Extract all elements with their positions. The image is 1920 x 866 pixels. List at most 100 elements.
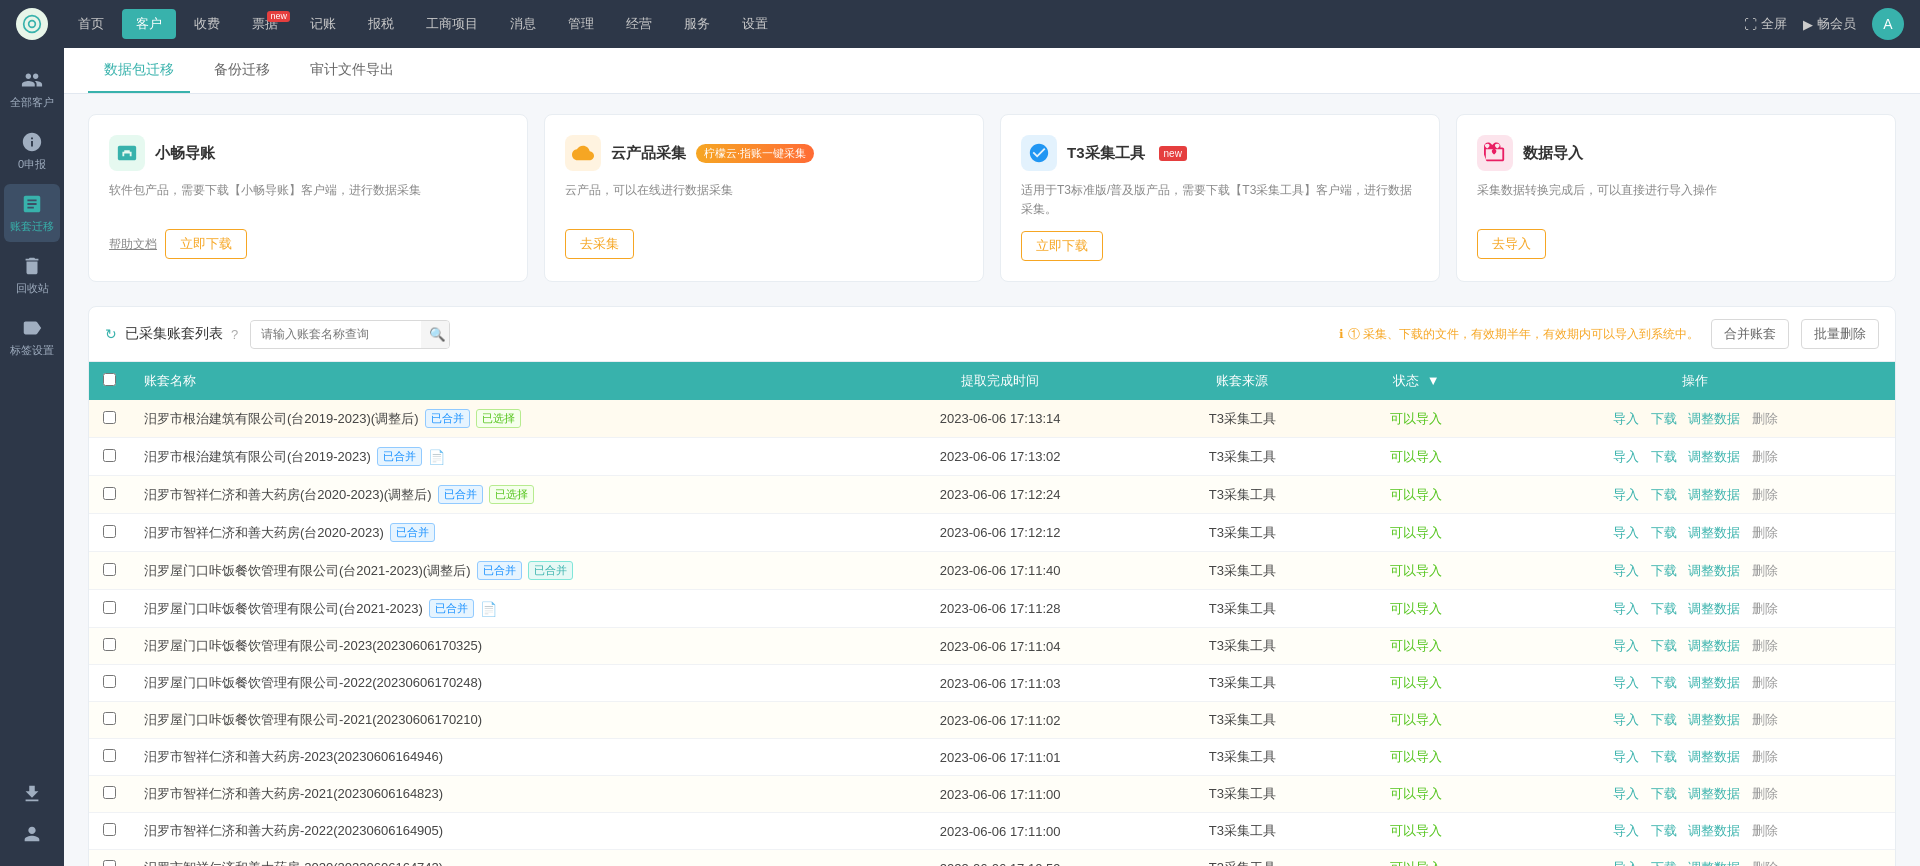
row-checkbox-2[interactable] bbox=[103, 449, 116, 462]
sidebar-item-tag-settings[interactable]: 标签设置 bbox=[4, 308, 60, 366]
action-import-3[interactable]: 导入 bbox=[1609, 487, 1643, 502]
user-avatar[interactable]: A bbox=[1872, 8, 1904, 40]
action-import-5[interactable]: 导入 bbox=[1609, 563, 1643, 578]
action-adjust-11[interactable]: 调整数据 bbox=[1684, 786, 1744, 801]
action-import-8[interactable]: 导入 bbox=[1609, 675, 1643, 690]
action-import-1[interactable]: 导入 bbox=[1609, 411, 1643, 426]
action-delete-11[interactable]: 删除 bbox=[1748, 786, 1782, 801]
action-delete-3[interactable]: 删除 bbox=[1748, 487, 1782, 502]
action-download-5[interactable]: 下载 bbox=[1647, 563, 1681, 578]
row-checkbox-9[interactable] bbox=[103, 712, 116, 725]
nav-business[interactable]: 工商项目 bbox=[412, 9, 492, 39]
action-delete-13[interactable]: 删除 bbox=[1748, 860, 1782, 866]
action-download-11[interactable]: 下载 bbox=[1647, 786, 1681, 801]
sidebar-item-all-clients[interactable]: 全部客户 bbox=[4, 60, 60, 118]
action-adjust-8[interactable]: 调整数据 bbox=[1684, 675, 1744, 690]
action-adjust-9[interactable]: 调整数据 bbox=[1684, 712, 1744, 727]
nav-management[interactable]: 管理 bbox=[554, 9, 608, 39]
row-checkbox-11[interactable] bbox=[103, 786, 116, 799]
action-delete-1[interactable]: 删除 bbox=[1748, 411, 1782, 426]
row-checkbox-13[interactable] bbox=[103, 860, 116, 866]
search-input[interactable] bbox=[251, 322, 421, 346]
row-checkbox-8[interactable] bbox=[103, 675, 116, 688]
action-delete-8[interactable]: 删除 bbox=[1748, 675, 1782, 690]
data-import-btn[interactable]: 去导入 bbox=[1477, 229, 1546, 259]
action-delete-9[interactable]: 删除 bbox=[1748, 712, 1782, 727]
nav-settings[interactable]: 设置 bbox=[728, 9, 782, 39]
action-import-4[interactable]: 导入 bbox=[1609, 525, 1643, 540]
action-delete-10[interactable]: 删除 bbox=[1748, 749, 1782, 764]
action-adjust-13[interactable]: 调整数据 bbox=[1684, 860, 1744, 866]
xiaochange-help-link[interactable]: 帮助文档 bbox=[109, 236, 157, 253]
search-button[interactable]: 🔍 bbox=[421, 321, 450, 348]
action-adjust-3[interactable]: 调整数据 bbox=[1684, 487, 1744, 502]
row-checkbox-5[interactable] bbox=[103, 563, 116, 576]
nav-client[interactable]: 客户 bbox=[122, 9, 176, 39]
select-all-checkbox[interactable] bbox=[103, 373, 116, 386]
row-checkbox-4[interactable] bbox=[103, 525, 116, 538]
sidebar-item-user[interactable] bbox=[4, 814, 60, 854]
action-import-11[interactable]: 导入 bbox=[1609, 786, 1643, 801]
row-checkbox-3[interactable] bbox=[103, 487, 116, 500]
action-import-12[interactable]: 导入 bbox=[1609, 823, 1643, 838]
membership-button[interactable]: ▶ 畅会员 bbox=[1803, 15, 1856, 33]
xiaochange-download-btn[interactable]: 立即下载 bbox=[165, 229, 247, 259]
action-adjust-1[interactable]: 调整数据 bbox=[1684, 411, 1744, 426]
row-checkbox-1[interactable] bbox=[103, 411, 116, 424]
action-adjust-5[interactable]: 调整数据 bbox=[1684, 563, 1744, 578]
nav-service[interactable]: 服务 bbox=[670, 9, 724, 39]
t3-download-btn[interactable]: 立即下载 bbox=[1021, 231, 1103, 261]
action-import-6[interactable]: 导入 bbox=[1609, 601, 1643, 616]
fullscreen-button[interactable]: ⛶ 全屏 bbox=[1744, 15, 1787, 33]
action-delete-7[interactable]: 删除 bbox=[1748, 638, 1782, 653]
action-import-2[interactable]: 导入 bbox=[1609, 449, 1643, 464]
action-delete-5[interactable]: 删除 bbox=[1748, 563, 1782, 578]
action-delete-2[interactable]: 删除 bbox=[1748, 449, 1782, 464]
app-logo[interactable] bbox=[16, 8, 48, 40]
row-checkbox-7[interactable] bbox=[103, 638, 116, 651]
file-icon-6[interactable]: 📄 bbox=[480, 601, 497, 617]
action-import-7[interactable]: 导入 bbox=[1609, 638, 1643, 653]
nav-tax[interactable]: 报税 bbox=[354, 9, 408, 39]
help-icon[interactable]: ? bbox=[231, 327, 238, 342]
action-adjust-6[interactable]: 调整数据 bbox=[1684, 601, 1744, 616]
sidebar-item-recycle[interactable]: 回收站 bbox=[4, 246, 60, 304]
action-download-1[interactable]: 下载 bbox=[1647, 411, 1681, 426]
row-checkbox-10[interactable] bbox=[103, 749, 116, 762]
sidebar-item-download[interactable] bbox=[4, 774, 60, 814]
tab-backup-migration[interactable]: 备份迁移 bbox=[198, 48, 286, 93]
action-adjust-2[interactable]: 调整数据 bbox=[1684, 449, 1744, 464]
action-delete-6[interactable]: 删除 bbox=[1748, 601, 1782, 616]
action-delete-4[interactable]: 删除 bbox=[1748, 525, 1782, 540]
action-download-3[interactable]: 下载 bbox=[1647, 487, 1681, 502]
merge-accounts-button[interactable]: 合并账套 bbox=[1711, 319, 1789, 349]
action-download-4[interactable]: 下载 bbox=[1647, 525, 1681, 540]
action-download-10[interactable]: 下载 bbox=[1647, 749, 1681, 764]
action-delete-12[interactable]: 删除 bbox=[1748, 823, 1782, 838]
nav-message[interactable]: 消息 bbox=[496, 9, 550, 39]
tab-data-migration[interactable]: 数据包迁移 bbox=[88, 48, 190, 93]
action-import-9[interactable]: 导入 bbox=[1609, 712, 1643, 727]
action-download-13[interactable]: 下载 bbox=[1647, 860, 1681, 866]
action-download-6[interactable]: 下载 bbox=[1647, 601, 1681, 616]
nav-accounting[interactable]: 记账 bbox=[296, 9, 350, 39]
nav-payment[interactable]: 收费 bbox=[180, 9, 234, 39]
batch-delete-button[interactable]: 批量删除 bbox=[1801, 319, 1879, 349]
file-icon-2[interactable]: 📄 bbox=[428, 449, 445, 465]
action-download-12[interactable]: 下载 bbox=[1647, 823, 1681, 838]
action-download-7[interactable]: 下载 bbox=[1647, 638, 1681, 653]
action-adjust-10[interactable]: 调整数据 bbox=[1684, 749, 1744, 764]
action-adjust-7[interactable]: 调整数据 bbox=[1684, 638, 1744, 653]
refresh-icon[interactable]: ↻ bbox=[105, 326, 117, 342]
sidebar-item-zero-report[interactable]: 0申报 bbox=[4, 122, 60, 180]
action-adjust-4[interactable]: 调整数据 bbox=[1684, 525, 1744, 540]
action-download-2[interactable]: 下载 bbox=[1647, 449, 1681, 464]
filter-icon[interactable]: ▼ bbox=[1427, 373, 1440, 388]
action-adjust-12[interactable]: 调整数据 bbox=[1684, 823, 1744, 838]
action-import-10[interactable]: 导入 bbox=[1609, 749, 1643, 764]
tab-audit-export[interactable]: 审计文件导出 bbox=[294, 48, 410, 93]
nav-invoice[interactable]: 票据 new bbox=[238, 9, 292, 39]
nav-home[interactable]: 首页 bbox=[64, 9, 118, 39]
cloud-collect-btn[interactable]: 去采集 bbox=[565, 229, 634, 259]
action-download-8[interactable]: 下载 bbox=[1647, 675, 1681, 690]
